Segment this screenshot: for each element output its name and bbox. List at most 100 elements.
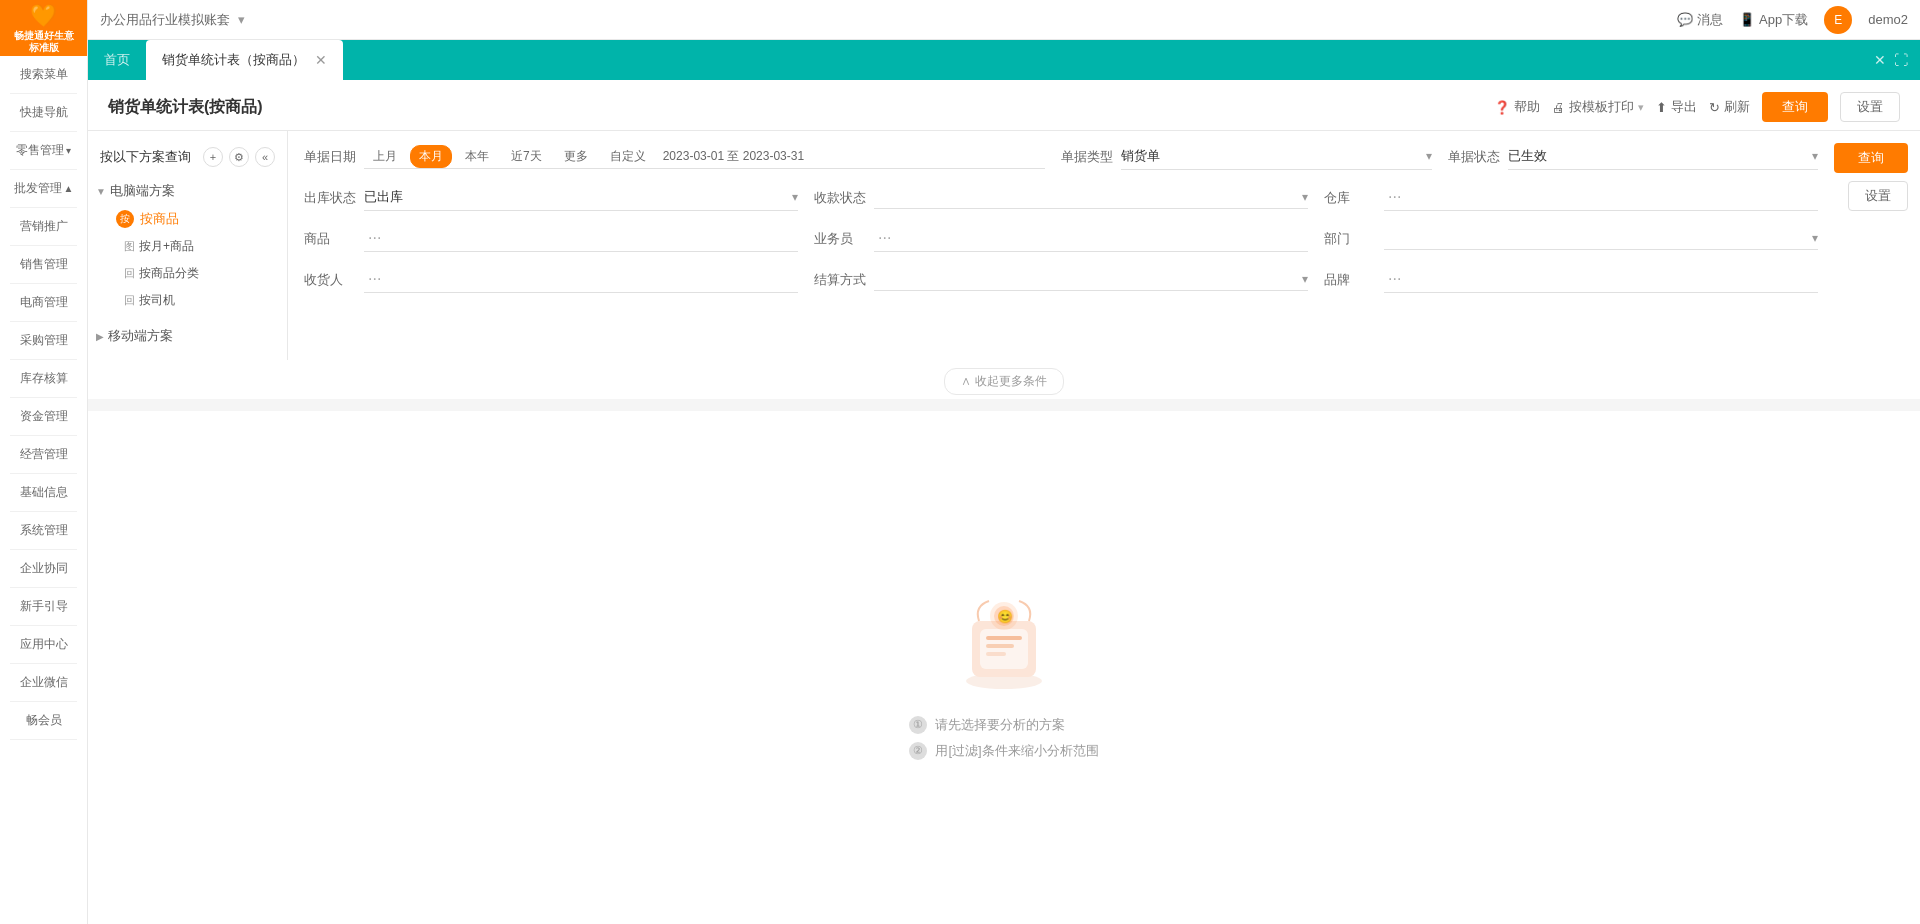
collapse-btn[interactable]: ∧ 收起更多条件	[944, 368, 1063, 395]
date-btn-more[interactable]: 更多	[555, 145, 597, 168]
sidebar-item-企业微信[interactable]: 企业微信	[10, 664, 78, 702]
tree-sub-driver[interactable]: 回 按司机	[88, 287, 287, 314]
staff-control[interactable]: ···	[874, 225, 1308, 252]
empty-hint-1: ① 请先选择要分析的方案	[909, 716, 1098, 734]
scheme-settings-btn[interactable]: ⚙	[229, 147, 249, 167]
filter-brand: 品牌 ···	[1324, 266, 1818, 293]
scheme-label-month: 按月+商品	[139, 238, 194, 255]
tab-fullscreen-icon[interactable]: ⛶	[1894, 52, 1908, 68]
payment-method-arrow: ▾	[1302, 272, 1308, 286]
logo-line1: 畅捷通好生意	[14, 30, 74, 42]
goods-dots[interactable]: ···	[364, 229, 385, 247]
sidebar-item-畅会员[interactable]: 畅会员	[10, 702, 78, 740]
warehouse-label: 出库状态	[304, 189, 356, 207]
tree-parent-mobile[interactable]: ▶ 移动端方案	[88, 322, 287, 350]
print-btn[interactable]: 🖨 按模板打印 ▾	[1552, 98, 1644, 116]
scheme-label-goods: 按商品	[140, 210, 179, 228]
query-btn[interactable]: 查询	[1762, 92, 1828, 122]
staff-dots[interactable]: ···	[874, 229, 895, 247]
tab-report-label: 销货单统计表（按商品）	[162, 51, 305, 69]
scheme-icon-month: 图	[124, 239, 135, 254]
export-btn[interactable]: ⬆ 导出	[1656, 98, 1697, 116]
top-bar-right: 💬 消息 📱 App下载 E demo2	[1677, 6, 1908, 34]
tab-close-icon[interactable]: ✕	[1874, 52, 1886, 68]
depot-control[interactable]: ···	[1384, 184, 1818, 211]
tab-home[interactable]: 首页	[88, 40, 146, 80]
sidebar-item-新手引导[interactable]: 新手引导	[10, 588, 78, 626]
date-btn-lastmonth[interactable]: 上月	[364, 145, 406, 168]
filter-area: 按以下方案查询 + ⚙ « ▼ 电脑端方案 按	[88, 131, 1920, 403]
sidebar-item-基础信息[interactable]: 基础信息	[10, 474, 78, 512]
sidebar-item-电商管理[interactable]: 电商管理	[10, 284, 78, 322]
date-btn-custom[interactable]: 自定义	[601, 145, 655, 168]
sidebar-item-系统管理[interactable]: 系统管理	[10, 512, 78, 550]
workspace-label: 办公用品行业模拟账套	[100, 11, 230, 29]
sidebar-item-批发管理[interactable]: 批发管理▲	[10, 170, 78, 208]
sidebar-item-经营管理[interactable]: 经营管理	[10, 436, 78, 474]
date-range-display: 2023-03-01 至 2023-03-31	[663, 148, 804, 165]
receiver-control[interactable]: ···	[364, 266, 798, 293]
sidebar-item-应用中心[interactable]: 应用中心	[10, 626, 78, 664]
payment-control[interactable]: ▾	[874, 186, 1308, 209]
hint-num-1: ①	[909, 716, 927, 734]
sidebar-item-营销推广[interactable]: 营销推广	[10, 208, 78, 246]
export-icon: ⬆	[1656, 100, 1667, 115]
workspace-chevron[interactable]: ▾	[238, 12, 245, 27]
svg-rect-2	[980, 629, 1028, 669]
sidebar-items: 搜索菜单快捷导航零售管理▾批发管理▲营销推广销售管理电商管理采购管理库存核算资金…	[10, 56, 78, 740]
svg-rect-5	[986, 652, 1006, 656]
status-control[interactable]: 已生效 ▾	[1508, 143, 1819, 170]
filter-dept: 部门 ▾	[1324, 227, 1818, 250]
dept-control[interactable]: ▾	[1384, 227, 1818, 250]
filter-btn-col: 查询 设置	[1830, 131, 1920, 360]
avatar[interactable]: E	[1824, 6, 1852, 34]
page-header-actions: ❓ 帮助 🖨 按模板打印 ▾ ⬆ 导出 ↻ 刷新 查询 设置	[1494, 92, 1900, 122]
date-btn-thisyear[interactable]: 本年	[456, 145, 498, 168]
scheme-label-category: 按商品分类	[139, 265, 199, 282]
warehouse-control[interactable]: 已出库 ▾	[364, 184, 798, 211]
date-btn-thismonth[interactable]: 本月	[410, 145, 452, 168]
app-logo: 🧡 畅捷通好生意 标准版	[0, 0, 88, 56]
sidebar-item-搜索菜单[interactable]: 搜索菜单	[10, 56, 78, 94]
sidebar-item-销售管理[interactable]: 销售管理	[10, 246, 78, 284]
add-scheme-btn[interactable]: +	[203, 147, 223, 167]
tree-parent-pc[interactable]: ▼ 电脑端方案	[88, 177, 287, 205]
payment-method-control[interactable]: ▾	[874, 268, 1308, 291]
status-label: 单据状态	[1448, 148, 1500, 166]
collapse-panel-btn[interactable]: «	[255, 147, 275, 167]
filter-depot: 仓库 ···	[1324, 184, 1818, 211]
sidebar-item-采购管理[interactable]: 采购管理	[10, 322, 78, 360]
refresh-btn[interactable]: ↻ 刷新	[1709, 98, 1750, 116]
help-btn[interactable]: ❓ 帮助	[1494, 98, 1540, 116]
sidebar-item-快捷导航[interactable]: 快捷导航	[10, 94, 78, 132]
empty-illustration: 😊	[944, 576, 1064, 696]
date-btn-7days[interactable]: 近7天	[502, 145, 551, 168]
logo-line2: 标准版	[14, 42, 74, 54]
tree-sub-month-goods[interactable]: 图 按月+商品	[88, 233, 287, 260]
sidebar-item-资金管理[interactable]: 资金管理	[10, 398, 78, 436]
tab-report[interactable]: 销货单统计表（按商品） ✕	[146, 40, 343, 80]
sidebar-item-库存核算[interactable]: 库存核算	[10, 360, 78, 398]
receiver-dots[interactable]: ···	[364, 270, 385, 288]
tree-parent-pc-label: 电脑端方案	[110, 182, 175, 200]
tree-section-mobile: ▶ 移动端方案	[88, 322, 287, 350]
tab-report-close[interactable]: ✕	[315, 52, 327, 68]
goods-control[interactable]: ···	[364, 225, 798, 252]
settings-submit-btn[interactable]: 设置	[1848, 181, 1908, 211]
app-download-btn[interactable]: 📱 App下载	[1739, 11, 1808, 29]
tree-child-by-goods[interactable]: 按 按商品	[88, 205, 287, 233]
message-btn[interactable]: 💬 消息	[1677, 11, 1723, 29]
tree-arrow-pc: ▼	[96, 186, 106, 197]
type-control[interactable]: 销货单 ▾	[1121, 143, 1432, 170]
brand-control[interactable]: ···	[1384, 266, 1818, 293]
tree-sub-category[interactable]: 回 按商品分类	[88, 260, 287, 287]
sidebar-item-企业协同[interactable]: 企业协同	[10, 550, 78, 588]
sidebar-item-零售管理[interactable]: 零售管理▾	[10, 132, 78, 170]
query-submit-btn[interactable]: 查询	[1834, 143, 1908, 173]
settings-btn[interactable]: 设置	[1840, 92, 1900, 122]
print-chevron: ▾	[1638, 101, 1644, 114]
payment-method-label: 结算方式	[814, 271, 866, 289]
depot-dots[interactable]: ···	[1384, 188, 1405, 206]
status-value: 已生效	[1508, 147, 1813, 165]
brand-dots[interactable]: ···	[1384, 270, 1405, 288]
